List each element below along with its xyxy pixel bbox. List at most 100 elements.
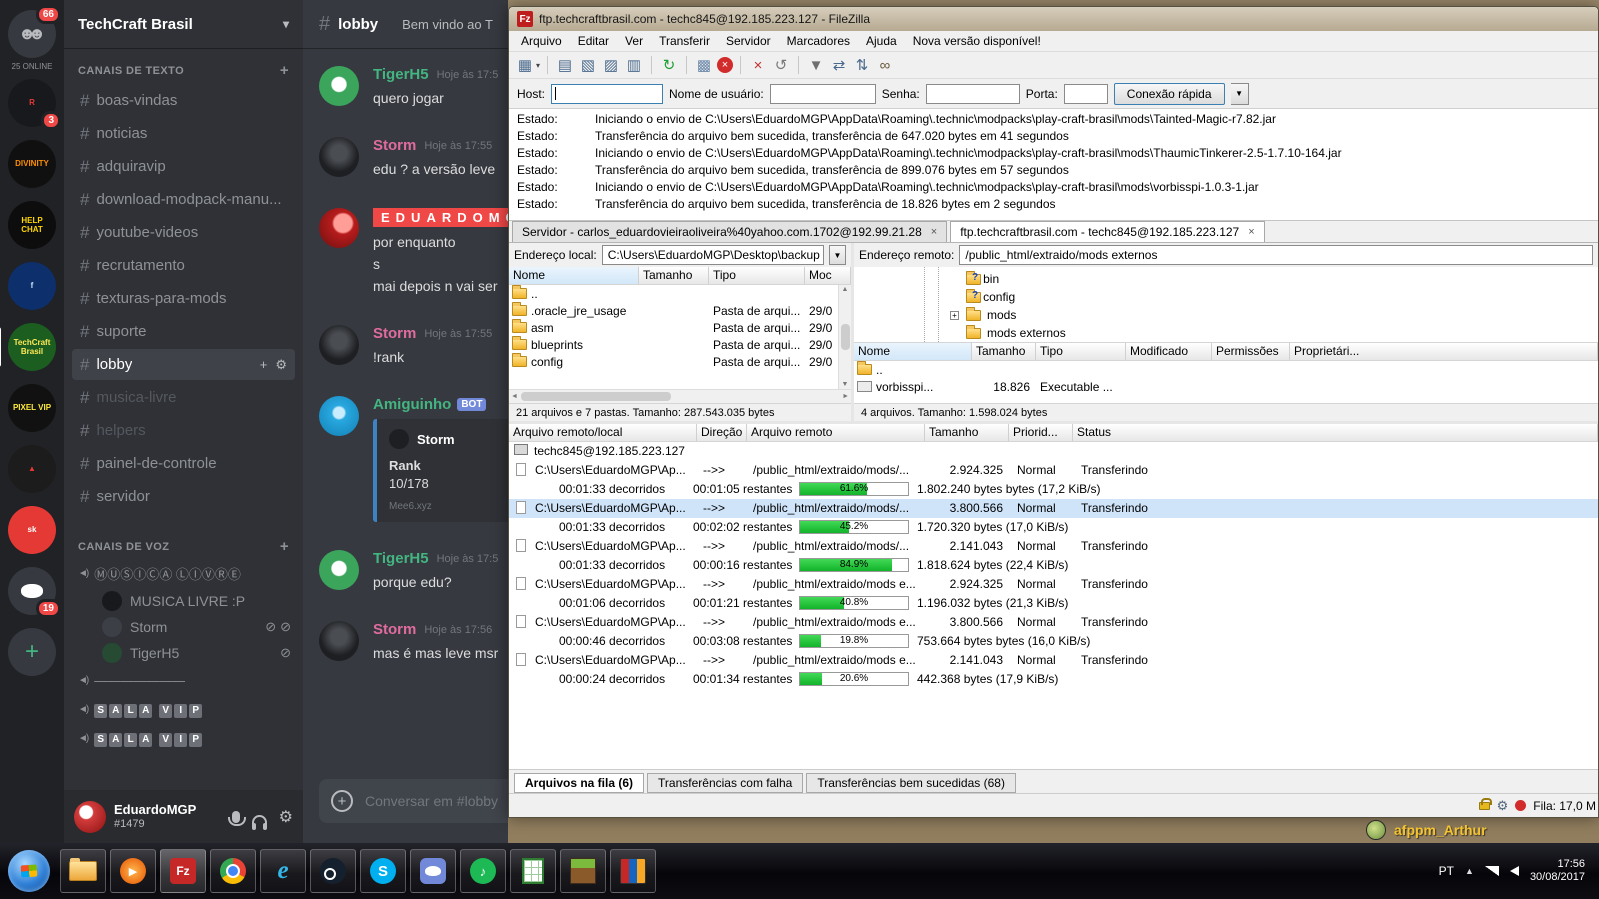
close-tab-icon[interactable]: × — [931, 226, 937, 238]
message-author[interactable]: EDUARDOMGP — [373, 208, 508, 227]
avatar[interactable] — [319, 325, 359, 365]
add-channel-icon[interactable]: + — [280, 538, 289, 555]
avatar[interactable] — [319, 208, 359, 248]
channel-recrutamento[interactable]: # recrutamento — [72, 250, 295, 281]
site-manager-icon[interactable]: ▦ — [515, 55, 535, 75]
avatar[interactable] — [319, 550, 359, 590]
rail-server-pixel-vip[interactable]: PIXEL VIP — [8, 384, 56, 432]
quickconnect-button[interactable]: Conexão rápida — [1113, 82, 1225, 105]
message-author[interactable]: Storm — [373, 137, 416, 154]
file-row[interactable]: asm Pasta de arqui... 29/0 — [509, 319, 851, 336]
rail-server-discord[interactable]: 19 — [8, 567, 61, 618]
toggle-remote-tree-icon[interactable]: ▨ — [601, 55, 621, 75]
channel-noticias[interactable]: # noticias — [72, 118, 295, 149]
voice-channel[interactable]: ◄) S A L A V I P — [64, 724, 303, 753]
voice-channels-category[interactable]: CANAIS DE VOZ + — [64, 514, 303, 559]
reconnect-icon[interactable]: ↺ — [771, 55, 791, 75]
file-row[interactable]: blueprints Pasta de arqui... 29/0 — [509, 336, 851, 353]
tree-node[interactable]: ? bin — [854, 270, 1598, 288]
headphones-icon[interactable] — [251, 814, 267, 830]
cancel-icon[interactable]: × — [717, 57, 734, 73]
queue-item[interactable]: C:\Users\EduardoMGP\Ap... -->> /public_htm… — [509, 575, 1598, 594]
chrome-icon[interactable] — [210, 849, 256, 893]
filezilla-icon[interactable]: Fz — [160, 849, 206, 893]
file-row[interactable]: .. — [854, 361, 1598, 378]
channel-download-modpack-manu...[interactable]: # download-modpack-manu... — [72, 184, 295, 215]
spreadsheet-icon[interactable] — [510, 849, 556, 893]
voice-user[interactable]: TigerH5 ⊘ — [64, 640, 303, 666]
settings-gear-icon[interactable]: ⚙ — [279, 807, 293, 827]
avatar[interactable] — [319, 66, 359, 106]
tree-node[interactable]: mods externos — [854, 324, 1598, 342]
toggle-log-icon[interactable]: ▤ — [555, 55, 575, 75]
avatar[interactable] — [74, 800, 106, 833]
microphone-icon[interactable] — [227, 810, 246, 826]
channel-youtube-videos[interactable]: # youtube-videos — [72, 217, 295, 248]
discord-home-button[interactable]: ☻☻ 66 — [8, 5, 61, 58]
server-header[interactable]: TechCraft Brasil ▾ — [64, 0, 303, 48]
menu-transferir[interactable]: Transferir — [651, 32, 718, 50]
attach-file-icon[interactable]: + — [331, 790, 353, 812]
tree-node[interactable]: ? config — [854, 288, 1598, 306]
rail-server-triangle[interactable]: ▲ — [8, 445, 56, 493]
message-author[interactable]: TigerH5 — [373, 550, 429, 567]
start-button[interactable] — [8, 850, 50, 892]
process-queue-icon[interactable]: ▩ — [694, 55, 714, 75]
connection-tab[interactable]: Servidor - carlos_eduardovieiraoliveira%… — [512, 221, 948, 242]
column-header[interactable]: Tipo — [709, 267, 805, 284]
avatar[interactable] — [319, 621, 359, 661]
queue-tab[interactable]: Arquivos na fila (6) — [514, 772, 645, 793]
queue-item[interactable]: C:\Users\EduardoMGP\Ap... -->> /public_htm… — [509, 537, 1598, 556]
column-header[interactable]: Tamanho — [972, 343, 1036, 360]
menu-editar[interactable]: Editar — [570, 32, 617, 50]
column-header[interactable]: Tamanho — [639, 267, 709, 284]
channel-servidor[interactable]: # servidor — [72, 481, 295, 512]
sync-browse-icon[interactable]: ⇅ — [852, 55, 872, 75]
channel-settings-icon[interactable]: ⚙ — [275, 357, 287, 373]
menu-marcadores[interactable]: Marcadores — [779, 32, 858, 50]
menu-servidor[interactable]: Servidor — [718, 32, 779, 50]
channel-adquiravip[interactable]: # adquiravip — [72, 151, 295, 182]
title-bar[interactable]: Fz ftp.techcraftbrasil.com - techc845@19… — [509, 7, 1598, 31]
media-player-icon[interactable]: ▶ — [110, 849, 156, 893]
file-row[interactable]: .oracle_jre_usage Pasta de arqui... 29/0 — [509, 302, 851, 319]
filter-icon[interactable]: ▼ — [806, 55, 826, 75]
channel-boas-vindas[interactable]: # boas-vindas — [72, 85, 295, 116]
queue-item[interactable]: C:\Users\EduardoMGP\Ap... -->> /public_htm… — [509, 461, 1598, 480]
column-header[interactable]: Arquivo remoto — [747, 424, 925, 441]
menu-arquivo[interactable]: Arquivo — [513, 32, 570, 50]
queue-item[interactable]: C:\Users\EduardoMGP\Ap... -->> /public_htm… — [509, 651, 1598, 670]
column-header[interactable]: Tamanho — [925, 424, 1009, 441]
rail-server-help-chat[interactable]: HELP CHAT — [8, 201, 56, 249]
local-address-input[interactable]: C:\Users\EduardoMGP\Desktop\backup cor — [601, 245, 824, 265]
connection-tab[interactable]: ftp.techcraftbrasil.com - techc845@192.1… — [950, 221, 1265, 242]
host-input[interactable] — [551, 83, 664, 104]
clock[interactable]: 17:56 30/08/2017 — [1530, 858, 1585, 884]
column-header[interactable]: Modificado — [1126, 343, 1212, 360]
remote-address-input[interactable]: /public_html/extraido/mods externos — [959, 245, 1593, 265]
menu-ajuda[interactable]: Ajuda — [858, 32, 905, 50]
message-author[interactable]: TigerH5 — [373, 66, 429, 83]
quickconnect-dropdown-icon[interactable]: ▼ — [1230, 82, 1249, 105]
file-row[interactable]: config Pasta de arqui... 29/0 — [509, 353, 851, 370]
message-author[interactable]: Storm — [373, 325, 416, 342]
column-header[interactable]: Arquivo remoto/local — [509, 424, 697, 441]
tree-node[interactable]: + mods — [854, 306, 1598, 324]
file-row[interactable]: .. — [509, 285, 851, 302]
port-input[interactable] — [1063, 83, 1108, 104]
toggle-queue-icon[interactable]: ▥ — [624, 55, 644, 75]
voice-user[interactable]: MUSICA LIVRE :P — [64, 588, 303, 614]
column-header[interactable]: Permissões — [1212, 343, 1290, 360]
column-header[interactable]: Tipo — [1036, 343, 1126, 360]
network-icon[interactable] — [1484, 866, 1499, 876]
add-channel-icon[interactable]: + — [280, 62, 289, 79]
column-header[interactable]: Priorid... — [1009, 424, 1073, 441]
volume-icon[interactable] — [1509, 866, 1519, 876]
tray-expand-icon[interactable]: ▲ — [1465, 866, 1474, 876]
minecraft-icon[interactable] — [560, 849, 606, 893]
column-header[interactable]: Nome — [509, 267, 639, 284]
skype-icon[interactable]: S — [360, 849, 406, 893]
avatar[interactable] — [319, 396, 359, 436]
column-header[interactable]: Proprietári... — [1290, 343, 1598, 360]
ie-icon[interactable]: e — [260, 849, 306, 893]
